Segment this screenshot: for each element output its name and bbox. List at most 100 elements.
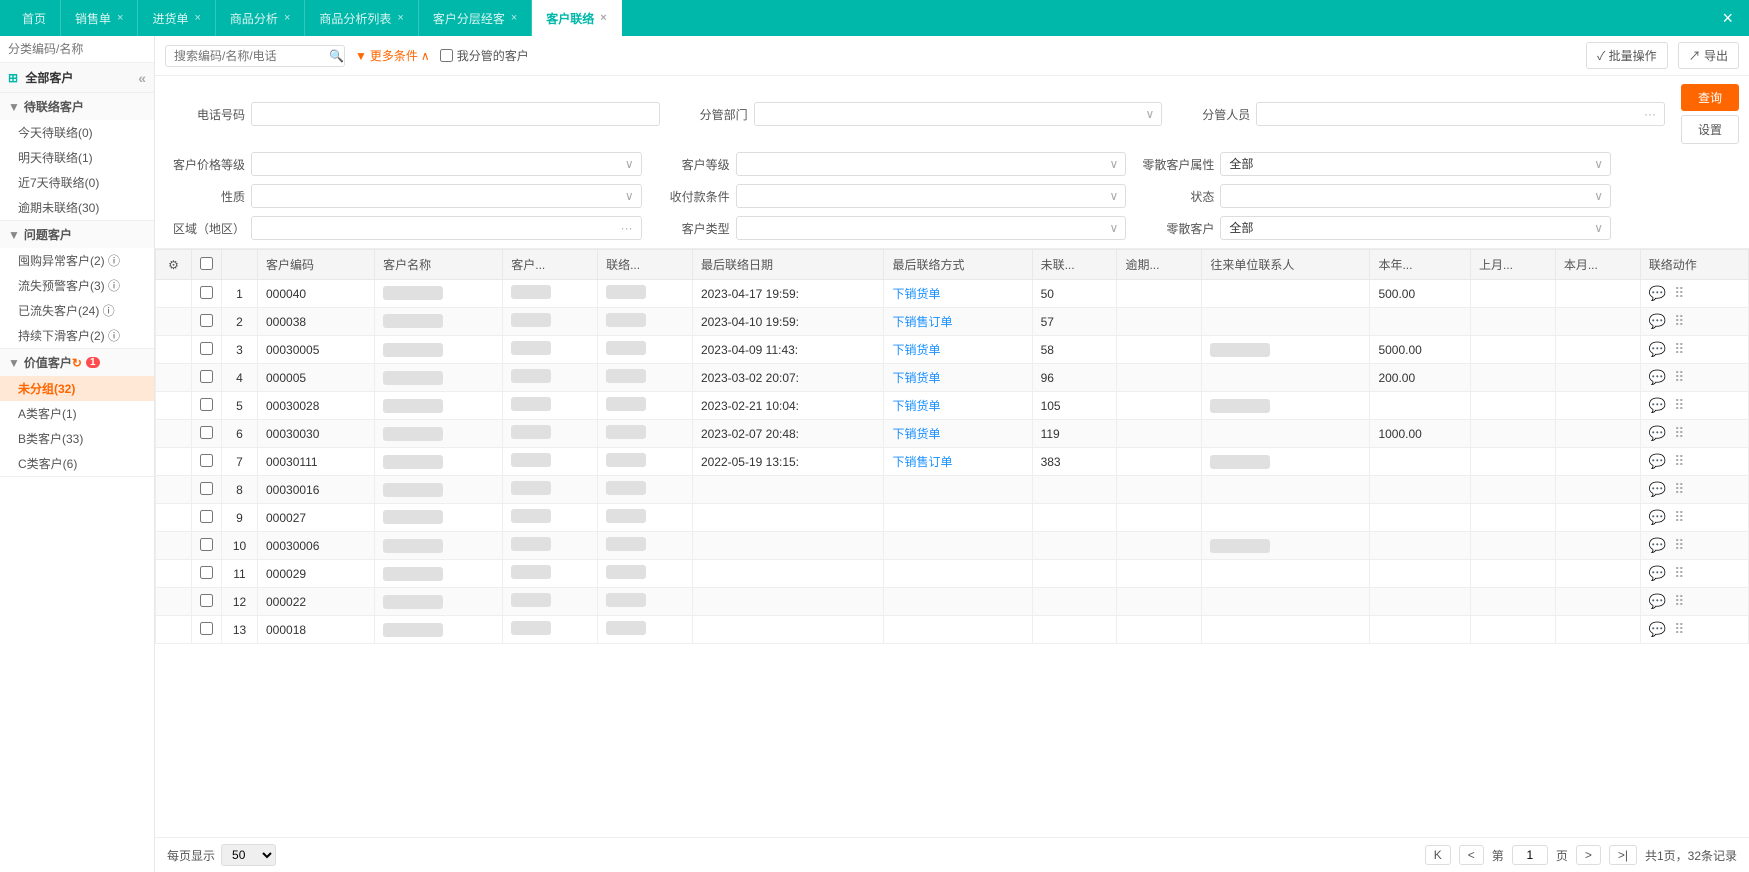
all-customers-header[interactable]: ⊞ 全部客户 « — [0, 63, 154, 93]
contact-icon[interactable]: 💬 — [1649, 537, 1666, 554]
sidebar-item-c-class[interactable]: C类客户(6) — [0, 451, 154, 476]
export-button[interactable]: ↗ 导出 — [1678, 42, 1739, 69]
more-action-icon[interactable]: ⠿ — [1674, 537, 1684, 554]
sidebar-item-b-class[interactable]: B类客户(33) — [0, 426, 154, 451]
row-last-contact-method[interactable] — [884, 560, 1032, 588]
row-last-contact-method[interactable] — [884, 588, 1032, 616]
more-action-icon[interactable]: ⠿ — [1674, 453, 1684, 470]
my-customer-filter[interactable]: 我分管的客户 — [440, 47, 529, 64]
problem-customers-title[interactable]: ▼ 问题客户 — [0, 221, 154, 248]
row-last-contact-method[interactable] — [884, 504, 1032, 532]
dept-select[interactable] — [754, 102, 1163, 126]
row-last-contact-method[interactable] — [884, 532, 1032, 560]
row-last-contact-method[interactable]: 下销货单 — [884, 420, 1032, 448]
row-checkbox[interactable] — [200, 314, 213, 327]
filter-search-icon[interactable]: 🔍 — [329, 49, 344, 63]
row-last-contact-method[interactable]: 下销售订单 — [884, 448, 1032, 476]
row-check[interactable] — [192, 476, 222, 504]
contact-icon[interactable]: 💬 — [1649, 481, 1666, 498]
close-customer-segment-tab[interactable]: × — [511, 12, 517, 24]
page-number-input[interactable] — [1512, 845, 1548, 865]
batch-operation-button[interactable]: ✓ 批量操作 — [1586, 42, 1668, 69]
customer-grade-select[interactable] — [736, 152, 1127, 176]
contact-method-link[interactable]: 下销货单 — [892, 371, 940, 385]
tab-analysis[interactable]: 商品分析 × — [216, 0, 305, 36]
contact-method-link[interactable]: 下销售订单 — [892, 315, 952, 329]
more-action-icon[interactable]: ⠿ — [1674, 341, 1684, 358]
price-grade-select[interactable] — [251, 152, 642, 176]
close-customer-contact-tab[interactable]: × — [600, 12, 606, 24]
row-check[interactable] — [192, 280, 222, 308]
sidebar-item-churn-warn[interactable]: 流失预警客户(3) ⓘ — [0, 273, 154, 298]
row-checkbox[interactable] — [200, 622, 213, 635]
prev-page-button[interactable]: < — [1459, 845, 1484, 865]
row-check[interactable] — [192, 336, 222, 364]
contact-icon[interactable]: 💬 — [1649, 341, 1666, 358]
row-checkbox[interactable] — [200, 286, 213, 299]
sidebar-item-a-class[interactable]: A类客户(1) — [0, 401, 154, 426]
contact-icon[interactable]: 💬 — [1649, 313, 1666, 330]
tab-purchase[interactable]: 进货单 × — [138, 0, 215, 36]
retail-customer-select[interactable]: 全部 — [1220, 216, 1611, 240]
payment-select[interactable] — [736, 184, 1127, 208]
status-select[interactable] — [1220, 184, 1611, 208]
my-customer-checkbox[interactable] — [440, 49, 453, 62]
refresh-icon[interactable]: ↻ — [72, 356, 82, 370]
row-last-contact-method[interactable]: 下销货单 — [884, 364, 1032, 392]
row-checkbox[interactable] — [200, 342, 213, 355]
sidebar-search-input[interactable] — [8, 42, 155, 56]
contact-icon[interactable]: 💬 — [1649, 285, 1666, 302]
contact-icon[interactable]: 💬 — [1649, 621, 1666, 638]
row-name[interactable]: ***公 — [375, 504, 503, 532]
tab-home[interactable]: 首页 — [8, 0, 61, 36]
contact-icon[interactable]: 💬 — [1649, 509, 1666, 526]
tab-customer-segment[interactable]: 客户分层经客 × — [419, 0, 532, 36]
row-checkbox[interactable] — [200, 566, 213, 579]
last-page-button[interactable]: >| — [1609, 845, 1637, 865]
sidebar-item-7days[interactable]: 近7天待联络(0) — [0, 170, 154, 195]
more-action-icon[interactable]: ⠿ — [1674, 425, 1684, 442]
more-action-icon[interactable]: ⠿ — [1674, 593, 1684, 610]
row-last-contact-method[interactable]: 下销货单 — [884, 336, 1032, 364]
contact-icon[interactable]: 💬 — [1649, 425, 1666, 442]
close-analysis-list-tab[interactable]: × — [397, 12, 403, 24]
filter-search-input[interactable] — [174, 49, 329, 63]
contact-method-link[interactable]: 下销货单 — [892, 427, 940, 441]
row-name[interactable]: ***伙伴 — [375, 280, 503, 308]
row-checkbox[interactable] — [200, 370, 213, 383]
contact-icon[interactable]: 💬 — [1649, 397, 1666, 414]
row-check[interactable] — [192, 308, 222, 336]
contact-method-link[interactable]: 下销售订单 — [892, 455, 952, 469]
more-action-icon[interactable]: ⠿ — [1674, 397, 1684, 414]
row-last-contact-method[interactable] — [884, 476, 1032, 504]
retail-attr-select[interactable]: 全部 — [1220, 152, 1611, 176]
row-name[interactable]: *** — [375, 532, 503, 560]
phone-input[interactable] — [251, 102, 660, 126]
row-name[interactable]: *** — [375, 560, 503, 588]
row-checkbox[interactable] — [200, 482, 213, 495]
close-analysis-tab[interactable]: × — [284, 12, 290, 24]
row-check[interactable] — [192, 448, 222, 476]
value-customers-title[interactable]: ▼ 价值客户 ↻ 1 — [0, 349, 154, 376]
row-name[interactable]: ***销 — [375, 308, 503, 336]
nature-select[interactable] — [251, 184, 642, 208]
row-name[interactable]: *** — [375, 588, 503, 616]
tab-sales[interactable]: 销售单 × — [61, 0, 138, 36]
contact-method-link[interactable]: 下销货单 — [892, 287, 940, 301]
more-action-icon[interactable]: ⠿ — [1674, 313, 1684, 330]
more-action-icon[interactable]: ⠿ — [1674, 369, 1684, 386]
row-check[interactable] — [192, 560, 222, 588]
row-name[interactable]: *** — [375, 420, 503, 448]
more-action-icon[interactable]: ⠿ — [1674, 565, 1684, 582]
row-last-contact-method[interactable]: 下销货单 — [884, 280, 1032, 308]
row-name[interactable]: *** — [375, 336, 503, 364]
contact-icon[interactable]: 💬 — [1649, 565, 1666, 582]
filter-more-btn[interactable]: ▼ 更多条件 ∧ — [355, 47, 430, 64]
row-check[interactable] — [192, 588, 222, 616]
row-checkbox[interactable] — [200, 398, 213, 411]
window-close-button[interactable]: × — [1714, 8, 1741, 29]
row-checkbox[interactable] — [200, 538, 213, 551]
row-check[interactable] — [192, 532, 222, 560]
next-page-button[interactable]: > — [1576, 845, 1601, 865]
more-action-icon[interactable]: ⠿ — [1674, 285, 1684, 302]
